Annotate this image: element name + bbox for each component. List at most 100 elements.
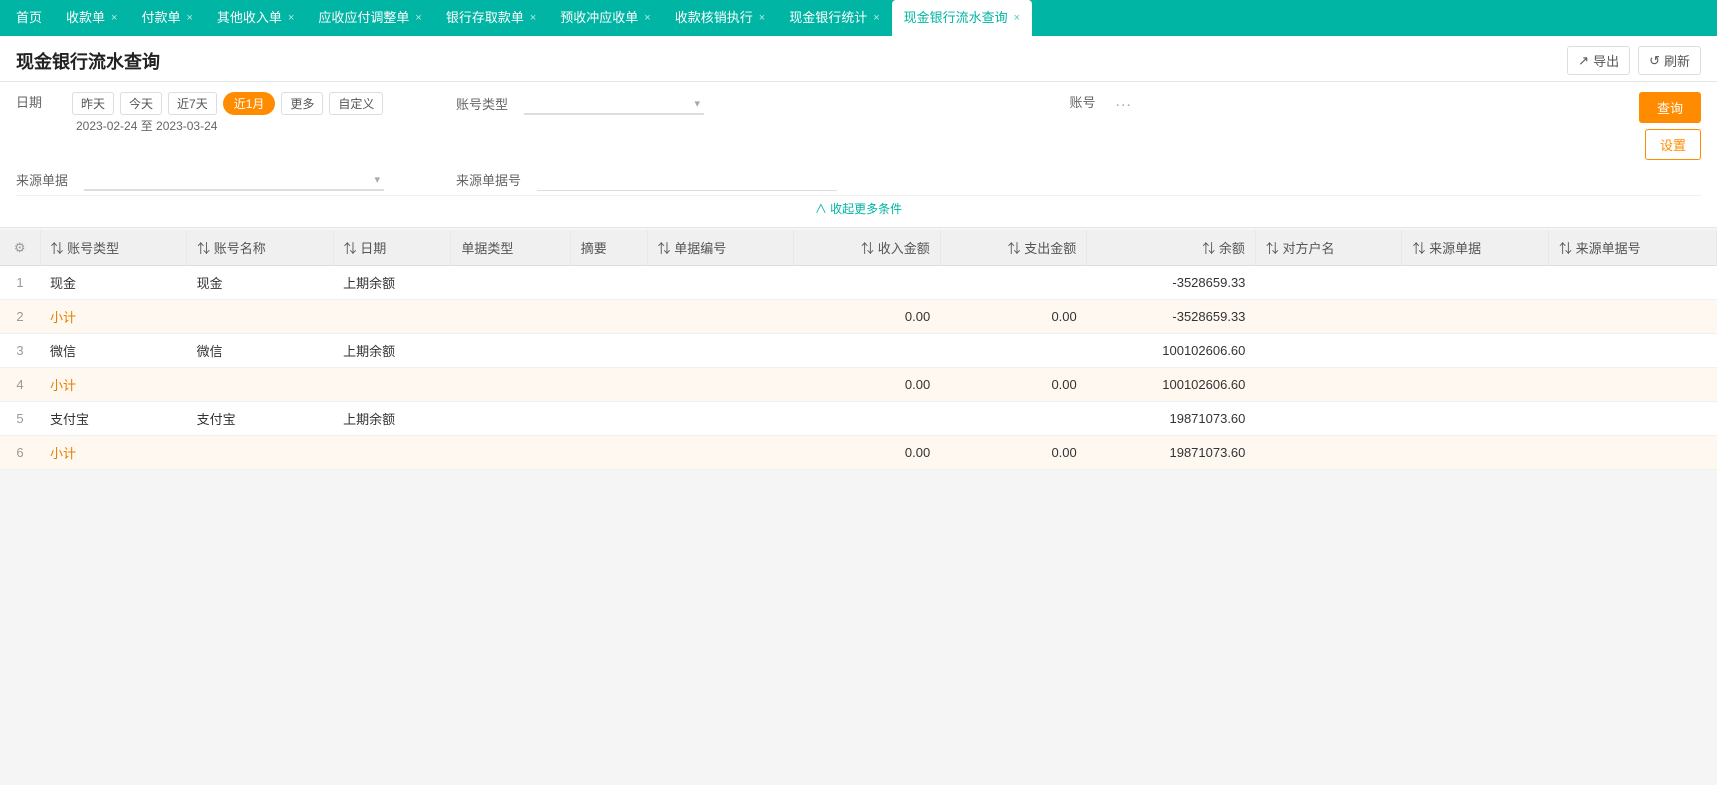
source-doc-select[interactable] xyxy=(84,168,384,190)
row-account-name xyxy=(187,436,334,470)
date-filter-group: 昨天 今天 近7天 近1月 更多 自定义 2023-02-24 至 2023-0… xyxy=(72,92,383,134)
date-btn-custom[interactable]: 自定义 xyxy=(329,92,383,115)
date-btn-yesterday[interactable]: 昨天 xyxy=(72,92,114,115)
row-expense: 0.00 xyxy=(940,368,1087,402)
nav-other-income-close[interactable]: × xyxy=(288,0,294,36)
row-expense xyxy=(940,402,1087,436)
table-row: 3 微信 微信 上期余额 100102606.60 xyxy=(0,334,1717,368)
row-counterpart xyxy=(1255,300,1402,334)
row-summary xyxy=(570,402,647,436)
row-source-doc-no xyxy=(1549,368,1717,402)
col-counterpart[interactable]: ⇅ 对方户名 xyxy=(1255,230,1402,266)
nav-bank-deposit-close[interactable]: × xyxy=(530,0,536,36)
row-expense xyxy=(940,334,1087,368)
row-doc-no xyxy=(647,334,794,368)
col-doc-no[interactable]: ⇅ 单据编号 xyxy=(647,230,794,266)
nav-adjustment-close[interactable]: × xyxy=(415,0,421,36)
table-row: 4 小计 0.00 0.00 100102606.60 xyxy=(0,368,1717,402)
row-index: 5 xyxy=(0,402,40,436)
export-icon: ↗ xyxy=(1578,53,1589,69)
source-doc-no-input[interactable] xyxy=(537,169,837,191)
nav-collection[interactable]: 收款核销执行 × xyxy=(663,0,777,36)
row-source-doc-no xyxy=(1549,436,1717,470)
row-account-name xyxy=(187,300,334,334)
row-counterpart xyxy=(1255,436,1402,470)
nav-cash-bank-stat[interactable]: 现金银行统计 × xyxy=(777,0,891,36)
row-account-type: 小计 xyxy=(40,368,187,402)
nav-cash-bank-flow[interactable]: 现金银行流水查询 × xyxy=(892,0,1032,36)
top-nav: 首页 收款单 × 付款单 × 其他收入单 × 应收应付调整单 × 银行存取款单 … xyxy=(0,0,1717,36)
collapse-label: ∧ 收起更多条件 xyxy=(815,202,902,216)
nav-home[interactable]: 首页 xyxy=(4,0,54,36)
nav-receipt[interactable]: 收款单 × xyxy=(54,0,129,36)
col-account-type[interactable]: ⇅ 账号类型 xyxy=(40,230,187,266)
row-source-doc xyxy=(1402,436,1549,470)
col-income[interactable]: ⇅ 收入金额 xyxy=(794,230,941,266)
row-income xyxy=(794,266,941,300)
row-source-doc xyxy=(1402,266,1549,300)
col-balance[interactable]: ⇅ 余额 xyxy=(1087,230,1256,266)
header-actions: ↗ 导出 ↺ 刷新 xyxy=(1567,46,1701,75)
settings-button[interactable]: 设置 xyxy=(1645,129,1701,160)
gear-icon[interactable]: ⚙ xyxy=(14,240,26,255)
row-date: 上期余额 xyxy=(333,402,451,436)
nav-adjustment[interactable]: 应收应付调整单 × xyxy=(306,0,433,36)
row-balance: 100102606.60 xyxy=(1087,368,1256,402)
col-account-name[interactable]: ⇅ 账号名称 xyxy=(187,230,334,266)
nav-cash-bank-stat-close[interactable]: × xyxy=(873,0,879,36)
nav-prepaid[interactable]: 预收冲应收单 × xyxy=(548,0,662,36)
row-date xyxy=(333,368,451,402)
filter-area: 日期 昨天 今天 近7天 近1月 更多 自定义 2023-02-24 至 202… xyxy=(0,82,1717,228)
refresh-button[interactable]: ↺ 刷新 xyxy=(1638,46,1701,75)
nav-bank-deposit[interactable]: 银行存取款单 × xyxy=(434,0,548,36)
row-source-doc xyxy=(1402,334,1549,368)
table-container: ⚙ ⇅ 账号类型 ⇅ 账号名称 ⇅ 日期 单据类型 摘要 ⇅ 单据编号 ⇅ 收入… xyxy=(0,230,1717,470)
row-index: 1 xyxy=(0,266,40,300)
row-doc-type xyxy=(451,402,570,436)
nav-cash-bank-flow-close[interactable]: × xyxy=(1014,0,1020,36)
row-balance: -3528659.33 xyxy=(1087,266,1256,300)
row-counterpart xyxy=(1255,334,1402,368)
nav-payment-close[interactable]: × xyxy=(186,0,192,36)
nav-collection-close[interactable]: × xyxy=(759,0,765,36)
export-button[interactable]: ↗ 导出 xyxy=(1567,46,1630,75)
col-expense[interactable]: ⇅ 支出金额 xyxy=(940,230,1087,266)
row-counterpart xyxy=(1255,368,1402,402)
table-row: 1 现金 现金 上期余额 -3528659.33 xyxy=(0,266,1717,300)
row-account-type: 小计 xyxy=(40,436,187,470)
date-btn-7days[interactable]: 近7天 xyxy=(168,92,217,115)
date-btn-more[interactable]: 更多 xyxy=(281,92,323,115)
collapse-bar[interactable]: ∧ 收起更多条件 xyxy=(16,195,1701,221)
col-gear[interactable]: ⚙ xyxy=(0,230,40,266)
data-table: ⚙ ⇅ 账号类型 ⇅ 账号名称 ⇅ 日期 单据类型 摘要 ⇅ 单据编号 ⇅ 收入… xyxy=(0,230,1717,470)
account-type-select[interactable] xyxy=(524,92,704,114)
row-account-type: 支付宝 xyxy=(40,402,187,436)
date-btn-today[interactable]: 今天 xyxy=(120,92,162,115)
row-income: 0.00 xyxy=(794,300,941,334)
row-expense xyxy=(940,266,1087,300)
row-account-type: 小计 xyxy=(40,300,187,334)
source-doc-no-label: 来源单据号 xyxy=(456,170,521,189)
row-doc-type xyxy=(451,368,570,402)
nav-receipt-close[interactable]: × xyxy=(111,0,117,36)
row-source-doc-no xyxy=(1549,266,1717,300)
nav-prepaid-close[interactable]: × xyxy=(644,0,650,36)
date-buttons: 昨天 今天 近7天 近1月 更多 自定义 xyxy=(72,92,383,115)
date-btn-1month[interactable]: 近1月 xyxy=(223,92,276,115)
row-doc-no xyxy=(647,402,794,436)
row-date xyxy=(333,300,451,334)
col-source-doc[interactable]: ⇅ 来源单据 xyxy=(1402,230,1549,266)
page-header: 现金银行流水查询 ↗ 导出 ↺ 刷新 xyxy=(0,36,1717,82)
row-doc-type xyxy=(451,266,570,300)
col-source-doc-no[interactable]: ⇅ 来源单据号 xyxy=(1549,230,1717,266)
row-date xyxy=(333,436,451,470)
col-date[interactable]: ⇅ 日期 xyxy=(333,230,451,266)
query-button[interactable]: 查询 xyxy=(1639,92,1701,123)
nav-other-income[interactable]: 其他收入单 × xyxy=(205,0,306,36)
account-type-select-wrapper xyxy=(524,92,704,115)
row-source-doc xyxy=(1402,402,1549,436)
table-row: 5 支付宝 支付宝 上期余额 19871073.60 xyxy=(0,402,1717,436)
account-no-dots[interactable]: ... xyxy=(1112,93,1136,111)
nav-payment[interactable]: 付款单 × xyxy=(129,0,204,36)
table-row: 2 小计 0.00 0.00 -3528659.33 xyxy=(0,300,1717,334)
